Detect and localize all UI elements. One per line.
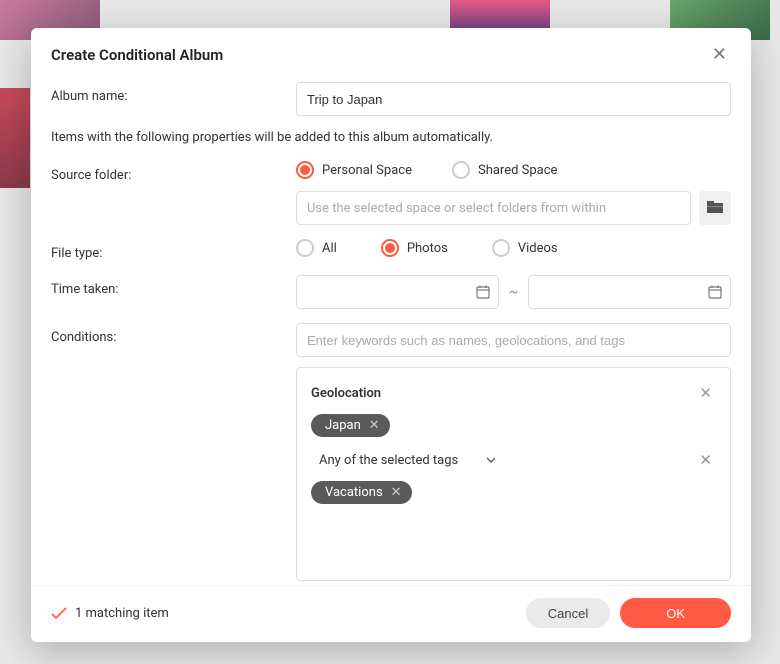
placeholder-text: Use the selected space or select folders… xyxy=(307,201,606,216)
radio-label: Personal Space xyxy=(322,163,412,178)
chevron-down-icon xyxy=(486,457,496,463)
browse-folder-button[interactable] xyxy=(699,191,731,225)
tag-label: Japan xyxy=(325,418,361,433)
time-to-input[interactable] xyxy=(528,275,731,309)
tag-rule-label: Any of the selected tags xyxy=(319,453,458,468)
close-icon[interactable]: ✕ xyxy=(708,44,731,66)
album-name-input[interactable] xyxy=(296,82,731,116)
radio-shared-space[interactable]: Shared Space xyxy=(452,161,557,179)
radio-file-photos[interactable]: Photos xyxy=(381,239,448,257)
source-folder-input[interactable]: Use the selected space or select folders… xyxy=(296,191,691,225)
modal-title: Create Conditional Album xyxy=(51,46,223,64)
radio-circle-icon xyxy=(492,239,510,257)
cancel-button[interactable]: Cancel xyxy=(526,598,610,628)
remove-tag-icon[interactable]: ✕ xyxy=(389,485,404,500)
date-separator: ~ xyxy=(509,284,519,300)
radio-label: Shared Space xyxy=(478,163,557,178)
tag-rule-dropdown[interactable]: Any of the selected tags xyxy=(319,453,496,468)
conditions-label: Conditions: xyxy=(51,323,296,345)
time-taken-label: Time taken: xyxy=(51,275,296,297)
file-type-label: File type: xyxy=(51,239,296,261)
radio-circle-icon xyxy=(296,161,314,179)
geolocation-title: Geolocation xyxy=(311,386,381,401)
radio-personal-space[interactable]: Personal Space xyxy=(296,161,412,179)
conditions-box: Geolocation ✕ Japan ✕ Any of the selecte… xyxy=(296,367,731,581)
remove-geolocation-icon[interactable]: ✕ xyxy=(695,382,716,404)
help-text: Items with the following properties will… xyxy=(51,130,731,145)
radio-label: Photos xyxy=(407,241,448,256)
tag-label: Vacations xyxy=(325,485,383,500)
album-name-label: Album name: xyxy=(51,82,296,104)
calendar-icon xyxy=(476,285,490,299)
radio-circle-icon xyxy=(452,161,470,179)
remove-tag-rule-icon[interactable]: ✕ xyxy=(695,449,716,471)
radio-file-all[interactable]: All xyxy=(296,239,337,257)
radio-circle-icon xyxy=(296,239,314,257)
match-count-text: 1 matching item xyxy=(75,606,169,621)
time-from-input[interactable] xyxy=(296,275,499,309)
source-folder-label: Source folder: xyxy=(51,161,296,183)
create-conditional-album-modal: Create Conditional Album ✕ Album name: I… xyxy=(31,28,751,642)
conditions-input[interactable] xyxy=(296,323,731,357)
radio-file-videos[interactable]: Videos xyxy=(492,239,558,257)
check-icon xyxy=(51,607,67,620)
geolocation-tag: Japan ✕ xyxy=(311,414,390,437)
ok-button[interactable]: OK xyxy=(620,598,731,628)
radio-circle-icon xyxy=(381,239,399,257)
radio-label: All xyxy=(322,241,337,256)
remove-tag-icon[interactable]: ✕ xyxy=(367,418,382,433)
folder-icon xyxy=(707,201,723,215)
tag-rule-tag: Vacations ✕ xyxy=(311,481,412,504)
radio-label: Videos xyxy=(518,241,558,256)
calendar-icon xyxy=(708,285,722,299)
